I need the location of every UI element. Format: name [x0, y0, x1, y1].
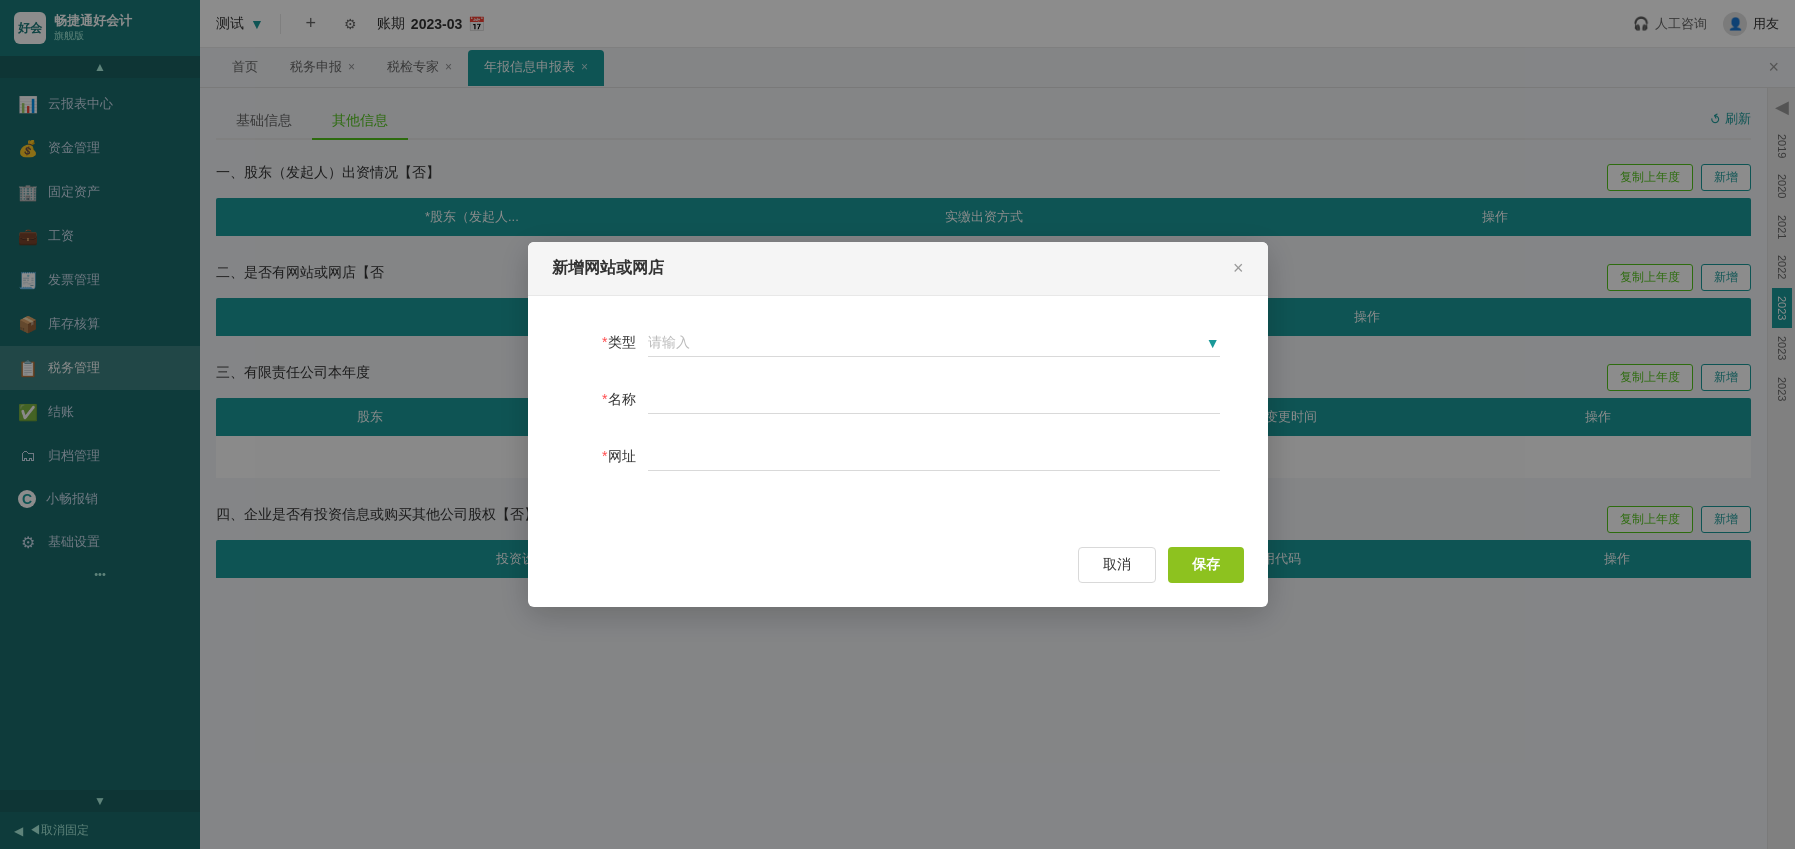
save-button[interactable]: 保存: [1168, 547, 1244, 583]
modal-title: 新增网站或网店: [552, 258, 664, 279]
type-label: *类型: [576, 334, 636, 352]
form-row-type: *类型 ▼: [576, 328, 1220, 357]
name-input-wrap: [648, 385, 1220, 414]
url-required-mark: *: [602, 448, 607, 464]
modal-header: 新增网站或网店 ×: [528, 242, 1268, 296]
type-input[interactable]: [648, 328, 1220, 357]
modal-close-btn[interactable]: ×: [1233, 258, 1244, 279]
modal-body: *类型 ▼ *名称 *网址: [528, 296, 1268, 531]
modal-add-website: 新增网站或网店 × *类型 ▼ *名称: [528, 242, 1268, 607]
type-input-wrap: ▼: [648, 328, 1220, 357]
modal-footer: 取消 保存: [528, 531, 1268, 607]
type-dropdown-icon: ▼: [1206, 335, 1220, 351]
url-input[interactable]: [648, 442, 1220, 471]
name-required-mark: *: [602, 391, 607, 407]
cancel-button[interactable]: 取消: [1078, 547, 1156, 583]
name-input[interactable]: [648, 385, 1220, 414]
type-required-mark: *: [602, 334, 607, 350]
form-row-name: *名称: [576, 385, 1220, 414]
form-row-url: *网址: [576, 442, 1220, 471]
modal-overlay[interactable]: 新增网站或网店 × *类型 ▼ *名称: [0, 0, 1795, 849]
name-label: *名称: [576, 391, 636, 409]
url-label: *网址: [576, 448, 636, 466]
url-input-wrap: [648, 442, 1220, 471]
